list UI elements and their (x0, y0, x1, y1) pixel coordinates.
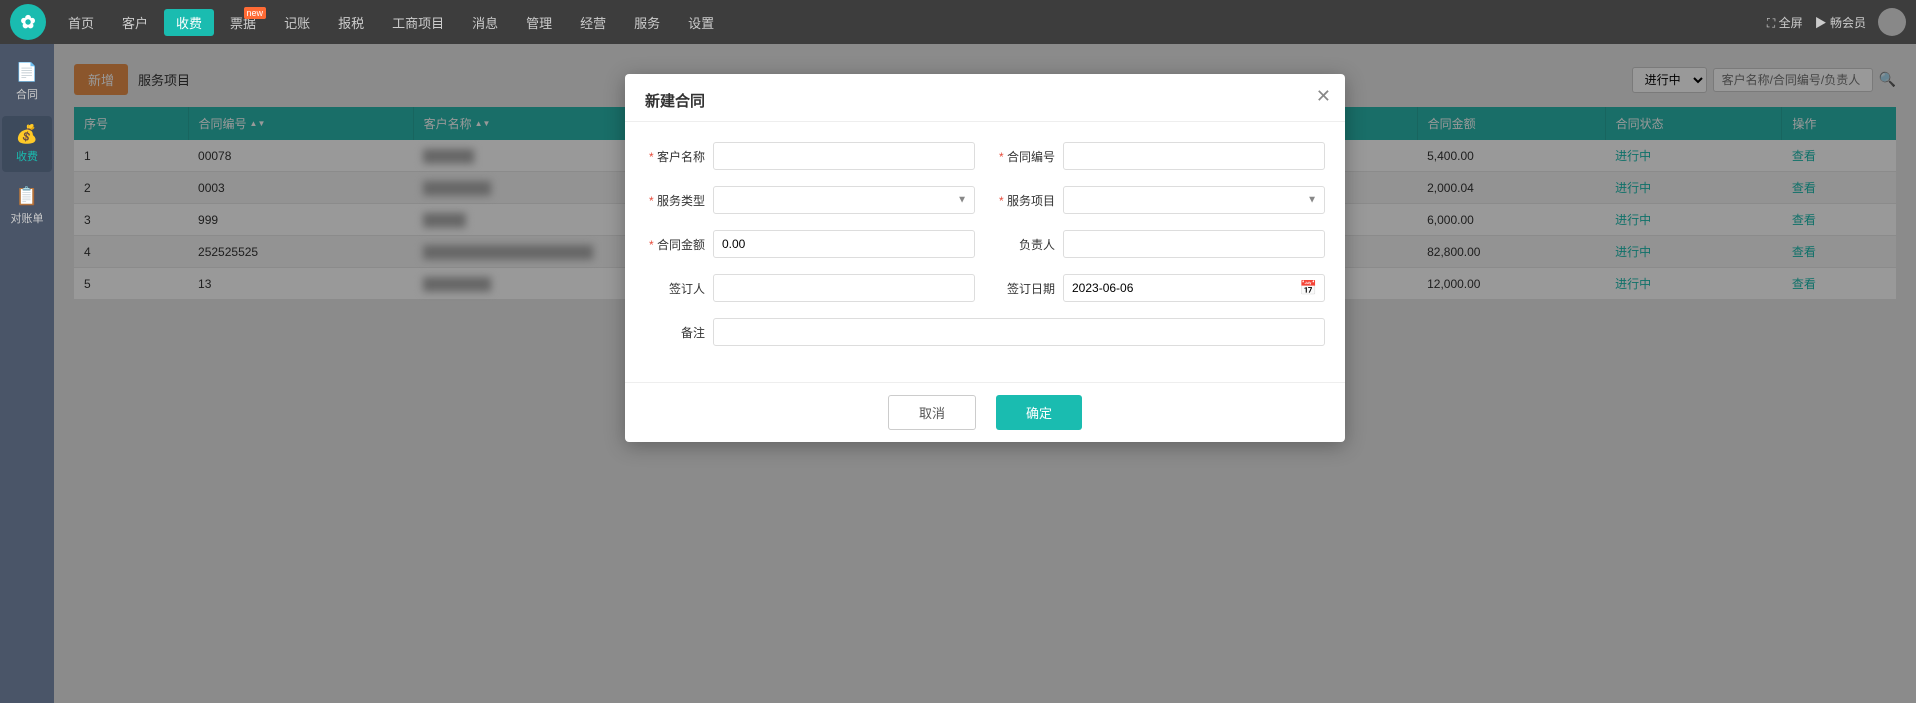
nav-invoice[interactable]: 票据 new (218, 9, 268, 36)
nav-bookkeep[interactable]: 记账 (272, 9, 322, 36)
form-group-service-item: 服务项目 (995, 186, 1325, 214)
nav-settings[interactable]: 设置 (676, 9, 726, 36)
sidebar-contract-label: 合同 (16, 86, 38, 102)
select-wrap-service-item (1063, 186, 1325, 214)
calendar-icon[interactable]: 📅 (1300, 280, 1317, 297)
label-signer: 签订人 (645, 280, 705, 297)
nav-mgmt[interactable]: 管理 (514, 9, 564, 36)
label-responsible: 负责人 (995, 236, 1055, 253)
form-group-signer: 签订人 (645, 274, 975, 302)
form-group-responsible: 负责人 (995, 230, 1325, 258)
input-responsible[interactable] (1063, 230, 1325, 258)
contract-icon: 📄 (16, 62, 38, 83)
label-sign-date: 签订日期 (995, 280, 1055, 297)
avatar[interactable] (1878, 8, 1906, 36)
content-area: 新增 服务项目 进行中 已结束 全部 🔍 序号 合同编号 (54, 44, 1916, 703)
label-remark: 备注 (645, 324, 705, 341)
modal-close-button[interactable]: ✕ (1316, 86, 1331, 107)
label-service-type: 服务类型 (645, 192, 705, 209)
select-service-item[interactable] (1063, 186, 1325, 214)
form-row-4: 签订人 签订日期 📅 (645, 274, 1325, 302)
label-amount: 合同金额 (645, 236, 705, 253)
select-service-type[interactable] (713, 186, 975, 214)
nav-ops[interactable]: 经营 (568, 9, 618, 36)
form-row-5: 备注 (645, 318, 1325, 346)
label-contract-no: 合同编号 (995, 148, 1055, 165)
cancel-button[interactable]: 取消 (888, 395, 976, 430)
form-group-service-type: 服务类型 (645, 186, 975, 214)
nav-items: 首页 客户 收费 票据 new 记账 报税 工商项目 消息 管理 经营 服务 设… (56, 9, 1767, 36)
member-btn[interactable]: ▶ 畅会员 (1815, 14, 1866, 31)
main-layout: 📄 合同 💰 收费 📋 对账单 新增 服务项目 进行中 已结束 全部 🔍 (0, 44, 1916, 703)
modal-footer: 取消 确定 (625, 382, 1345, 442)
reconcile-icon: 📋 (16, 186, 38, 207)
form-group-client-name: 客户名称 (645, 142, 975, 170)
nav-biz[interactable]: 工商项目 (380, 9, 456, 36)
top-navigation: ✿ 首页 客户 收费 票据 new 记账 报税 工商项目 消息 管理 经营 服务… (0, 0, 1916, 44)
input-signer[interactable] (713, 274, 975, 302)
new-contract-modal: 新建合同 ✕ 客户名称 合同编号 (625, 74, 1345, 442)
select-wrap-service-type (713, 186, 975, 214)
sidebar: 📄 合同 💰 收费 📋 对账单 (0, 44, 54, 703)
input-contract-no[interactable] (1063, 142, 1325, 170)
input-sign-date[interactable] (1063, 274, 1325, 302)
nav-msg[interactable]: 消息 (460, 9, 510, 36)
date-wrap-sign-date: 📅 (1063, 274, 1325, 302)
form-row-3: 合同金额 负责人 (645, 230, 1325, 258)
form-group-sign-date: 签订日期 📅 (995, 274, 1325, 302)
form-row-2: 服务类型 服务项目 (645, 186, 1325, 214)
form-group-amount: 合同金额 (645, 230, 975, 258)
input-remark[interactable] (713, 318, 1325, 346)
form-group-remark: 备注 (645, 318, 1325, 346)
fee-icon: 💰 (16, 124, 38, 145)
modal-body: 客户名称 合同编号 服务类型 (625, 122, 1345, 382)
app-logo: ✿ (10, 4, 46, 40)
form-group-contract-no: 合同编号 (995, 142, 1325, 170)
label-service-item: 服务项目 (995, 192, 1055, 209)
modal-overlay: 新建合同 ✕ 客户名称 合同编号 (54, 44, 1916, 703)
nav-home[interactable]: 首页 (56, 9, 106, 36)
fullscreen-btn[interactable]: ⛶ 全屏 (1767, 14, 1803, 31)
nav-service[interactable]: 服务 (622, 9, 672, 36)
label-client-name: 客户名称 (645, 148, 705, 165)
sidebar-item-fee[interactable]: 💰 收费 (2, 116, 52, 172)
input-amount[interactable] (713, 230, 975, 258)
confirm-button[interactable]: 确定 (996, 395, 1082, 430)
form-row-1: 客户名称 合同编号 (645, 142, 1325, 170)
nav-right: ⛶ 全屏 ▶ 畅会员 (1767, 8, 1906, 36)
nav-fee[interactable]: 收费 (164, 9, 214, 36)
sidebar-reconcile-label: 对账单 (11, 210, 44, 226)
sidebar-item-contract[interactable]: 📄 合同 (2, 54, 52, 110)
nav-client[interactable]: 客户 (110, 9, 160, 36)
modal-title: 新建合同 (625, 74, 1345, 122)
nav-tax[interactable]: 报税 (326, 9, 376, 36)
sidebar-fee-label: 收费 (16, 148, 38, 164)
sidebar-item-reconcile[interactable]: 📋 对账单 (2, 178, 52, 234)
new-badge: new (244, 7, 267, 19)
input-client-name[interactable] (713, 142, 975, 170)
